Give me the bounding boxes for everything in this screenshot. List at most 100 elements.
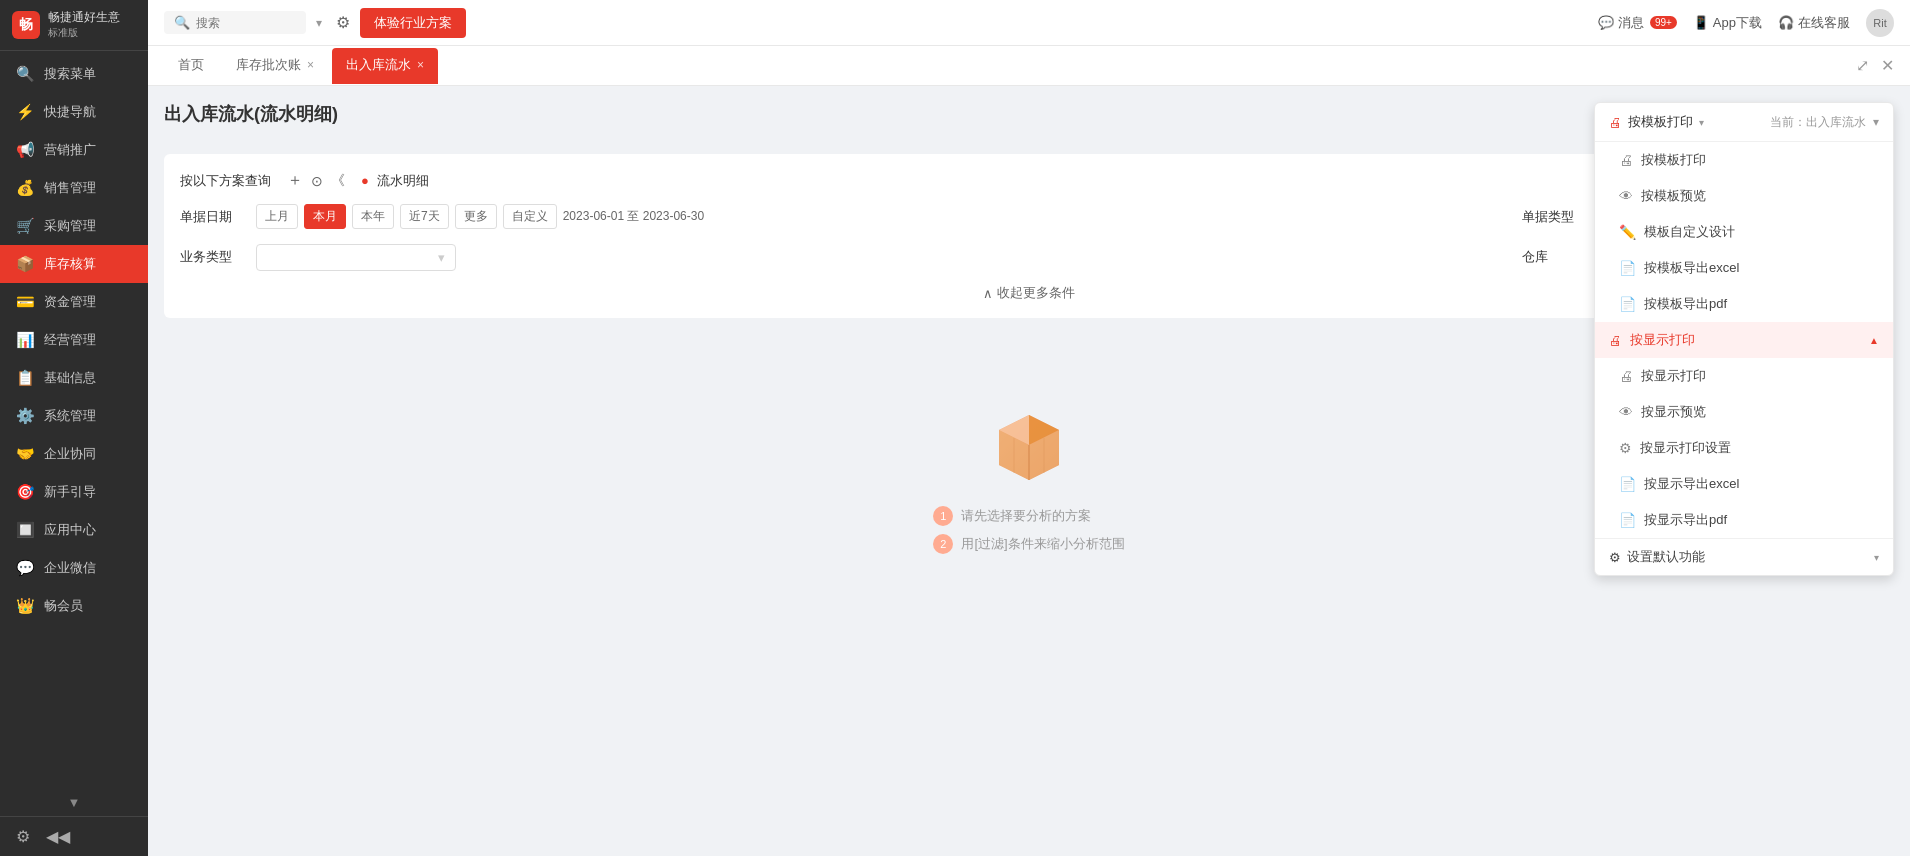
window-restore-icon[interactable]: ⤢: [1856, 56, 1869, 75]
vip-icon: 👑: [16, 597, 34, 615]
dropdown-item-template-pdf[interactable]: 📄 按模板导出pdf: [1595, 286, 1893, 322]
sidebar-item-vip[interactable]: 👑 畅会员: [0, 587, 148, 625]
sidebar-scroll-down[interactable]: ▼: [0, 789, 148, 816]
dropdown-item-display-preview[interactable]: 👁 按显示预览: [1595, 394, 1893, 430]
footer-settings-icon: ⚙: [1609, 550, 1621, 565]
sidebar-item-system[interactable]: ⚙️ 系统管理: [0, 397, 148, 435]
sidebar-logo: 畅 畅捷通好生意 标准版: [0, 0, 148, 51]
dropdown-item-display-excel[interactable]: 📄 按显示导出excel: [1595, 466, 1893, 502]
trial-btn[interactable]: 体验行业方案: [360, 8, 466, 38]
search-input[interactable]: [196, 16, 296, 30]
sidebar-item-sales[interactable]: 💰 销售管理: [0, 169, 148, 207]
dropdown-item-display-print-settings[interactable]: ⚙ 按显示打印设置: [1595, 430, 1893, 466]
current-template-label: 当前：出入库流水 ▾: [1770, 114, 1879, 131]
date-btn-last-7-days[interactable]: 近7天: [400, 204, 449, 229]
dropdown-display-section-header[interactable]: 🖨 按显示打印 ▲: [1595, 322, 1893, 358]
printer-icon: 🖨: [1619, 152, 1633, 168]
filter-settings-icon[interactable]: ⊙: [311, 173, 323, 189]
window-close-icon[interactable]: ✕: [1881, 56, 1894, 75]
sidebar-item-wechat[interactable]: 💬 企业微信: [0, 549, 148, 587]
sidebar-item-collab[interactable]: 🤝 企业协同: [0, 435, 148, 473]
online-service-action[interactable]: 🎧 在线客服: [1778, 14, 1850, 32]
date-filters: 上月 本月 本年 近7天 更多 自定义 2023-06-01 至 2023-06…: [256, 204, 704, 229]
sidebar-nav: 🔍 搜索菜单 ⚡ 快捷导航 📢 营销推广 💰 销售管理 🛒 采购管理 📦 库存核…: [0, 51, 148, 789]
dropdown-item-display-print[interactable]: 🖨 按显示打印: [1595, 358, 1893, 394]
app-download-action[interactable]: 📱 App下载: [1693, 14, 1762, 32]
dropdown-item-template-excel[interactable]: 📄 按模板导出excel: [1595, 250, 1893, 286]
settings-icon[interactable]: ⚙: [16, 827, 30, 846]
topbar-gear-icon[interactable]: ⚙: [336, 13, 350, 32]
quick-nav-icon: ⚡: [16, 103, 34, 121]
doc-type-label: 单据类型: [1522, 208, 1582, 226]
dropdown-header: 🖨 按模板打印 ▾ 当前：出入库流水 ▾: [1595, 103, 1893, 142]
warehouse-label: 仓库: [1522, 248, 1582, 266]
operation-icon: 📊: [16, 331, 34, 349]
basic-icon: 📋: [16, 369, 34, 387]
main-area: 🔍 ▾ ⚙ 体验行业方案 💬 消息 99+ 📱 App下载 🎧 在线客服 Rit: [148, 0, 1910, 856]
tab-close-batch-account[interactable]: ×: [307, 58, 314, 72]
guide-icon: 🎯: [16, 483, 34, 501]
filter-collapse-icon[interactable]: 《: [331, 172, 345, 190]
collapse-sidebar-icon[interactable]: ◀◀: [46, 827, 70, 846]
print-dropdown-panel: 🖨 按模板打印 ▾ 当前：出入库流水 ▾ 🖨 按模板打印 👁 按模板预览: [1594, 102, 1894, 576]
date-btn-current-month[interactable]: 本月: [304, 204, 346, 229]
page-content: 出入库流水(流水明细) 🖨 按模板打印 ▲ 📤 导出 🔄 刷新: [148, 86, 1910, 856]
topbar-search-box[interactable]: 🔍: [164, 11, 306, 34]
sidebar-item-finance[interactable]: 💳 资金管理: [0, 283, 148, 321]
empty-step-2: 2 用[过滤]条件来缩小分析范围: [933, 534, 1124, 554]
sidebar-item-operation[interactable]: 📊 经营管理: [0, 321, 148, 359]
sidebar-item-purchase[interactable]: 🛒 采购管理: [0, 207, 148, 245]
dropdown-item-template-preview[interactable]: 👁 按模板预览: [1595, 178, 1893, 214]
sidebar-item-search[interactable]: 🔍 搜索菜单: [0, 55, 148, 93]
dropdown-item-display-pdf[interactable]: 📄 按显示导出pdf: [1595, 502, 1893, 538]
sidebar-item-quick-nav[interactable]: ⚡ 快捷导航: [0, 93, 148, 131]
sidebar-item-guide[interactable]: 🎯 新手引导: [0, 473, 148, 511]
display-section-chevron-icon: ▲: [1869, 335, 1879, 346]
tab-batch-account[interactable]: 库存批次账 ×: [222, 48, 328, 84]
biz-type-select[interactable]: ▾: [256, 244, 456, 271]
filter-dot-icon: ●: [361, 173, 369, 188]
dropdown-header-actions: 当前：出入库流水 ▾: [1770, 114, 1879, 131]
search-dropdown-icon[interactable]: ▾: [316, 16, 322, 30]
user-avatar[interactable]: Rit: [1866, 9, 1894, 37]
footer-chevron-icon: ▾: [1874, 552, 1879, 563]
dropdown-item-template-print[interactable]: 🖨 按模板打印: [1595, 142, 1893, 178]
date-btn-custom[interactable]: 自定义: [503, 204, 557, 229]
search-icon: 🔍: [174, 15, 190, 30]
empty-illustration: [979, 390, 1079, 490]
topbar: 🔍 ▾ ⚙ 体验行业方案 💬 消息 99+ 📱 App下载 🎧 在线客服 Rit: [148, 0, 1910, 46]
apps-icon: 🔲: [16, 521, 34, 539]
tab-flow[interactable]: 出入库流水 ×: [332, 48, 438, 84]
phone-icon: 📱: [1693, 15, 1709, 30]
tab-home[interactable]: 首页: [164, 48, 218, 84]
display-preview-icon: 👁: [1619, 404, 1633, 420]
sidebar-item-basic[interactable]: 📋 基础信息: [0, 359, 148, 397]
date-btn-last-month[interactable]: 上月: [256, 204, 298, 229]
search-icon: 🔍: [16, 65, 34, 83]
collab-icon: 🤝: [16, 445, 34, 463]
sidebar-item-marketing[interactable]: 📢 营销推广: [0, 131, 148, 169]
filter-add-icon[interactable]: ＋: [287, 170, 303, 191]
design-icon: ✏️: [1619, 224, 1636, 240]
purchase-icon: 🛒: [16, 217, 34, 235]
empty-steps: 1 请先选择要分析的方案 2 用[过滤]条件来缩小分析范围: [933, 506, 1124, 562]
date-btn-current-year[interactable]: 本年: [352, 204, 394, 229]
display-section-icon: 🖨: [1609, 333, 1622, 348]
date-range-display: 2023-06-01 至 2023-06-30: [563, 208, 704, 225]
system-icon: ⚙️: [16, 407, 34, 425]
date-btn-more[interactable]: 更多: [455, 204, 497, 229]
filter-label: 按以下方案查询: [180, 172, 271, 190]
app-logo-text: 畅捷通好生意 标准版: [48, 10, 120, 40]
sidebar-item-inventory[interactable]: 📦 库存核算: [0, 245, 148, 283]
tab-close-flow[interactable]: ×: [417, 58, 424, 72]
empty-step-1: 1 请先选择要分析的方案: [933, 506, 1124, 526]
inventory-icon: 📦: [16, 255, 34, 273]
dropdown-item-template-custom[interactable]: ✏️ 模板自定义设计: [1595, 214, 1893, 250]
dropdown-footer[interactable]: ⚙ 设置默认功能 ▾: [1595, 538, 1893, 575]
messages-action[interactable]: 💬 消息 99+: [1598, 14, 1677, 32]
topbar-actions: 💬 消息 99+ 📱 App下载 🎧 在线客服 Rit: [1598, 9, 1894, 37]
display-settings-icon: ⚙: [1619, 440, 1632, 456]
display-excel-icon: 📄: [1619, 476, 1636, 492]
tabbar: 首页 库存批次账 × 出入库流水 × ⤢ ✕: [148, 46, 1910, 86]
sidebar-item-apps[interactable]: 🔲 应用中心: [0, 511, 148, 549]
